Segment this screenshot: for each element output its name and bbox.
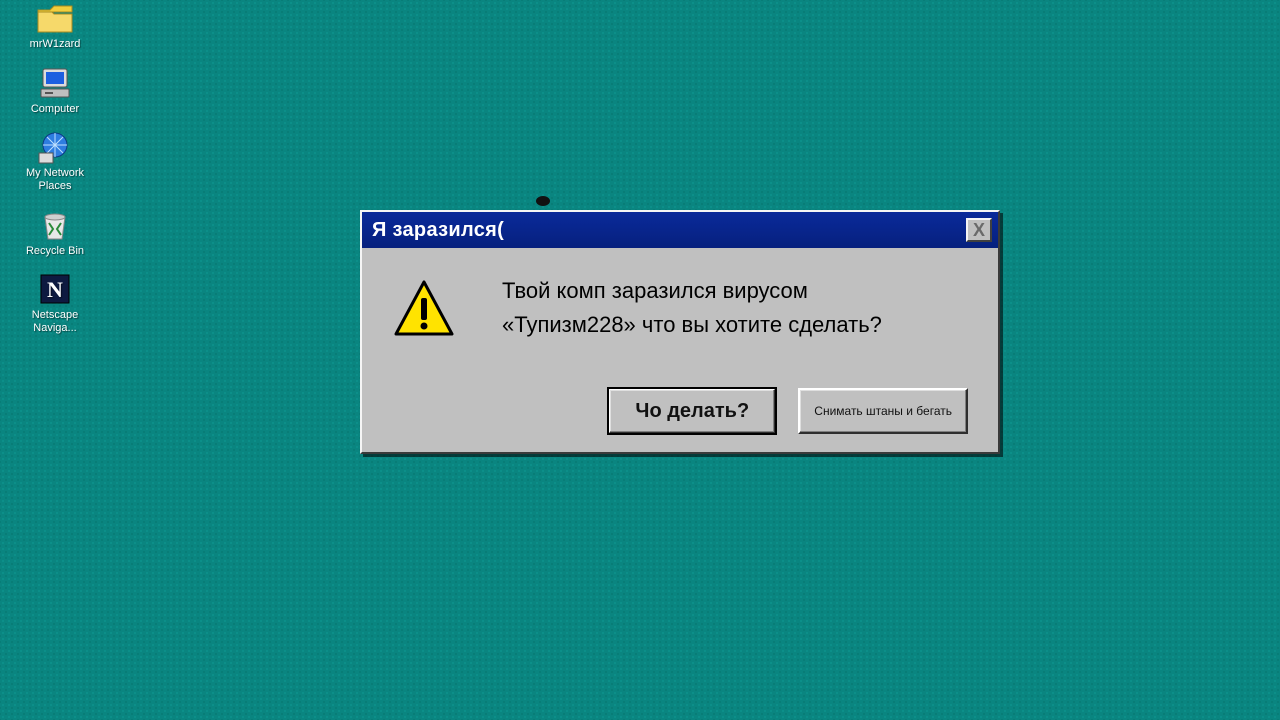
folder-icon [35,0,75,36]
close-button[interactable]: X [966,218,992,242]
desktop-icon-label: My Network Places [13,167,97,192]
dialog-title: Я заразился( [372,219,966,242]
desktop-icon-network[interactable]: My Network Places [10,129,100,192]
desktop-icon-label: mrW1zard [30,38,81,51]
desktop-icon-label: Netscape Naviga... [13,309,97,334]
computer-icon [35,65,75,101]
netscape-icon: N [35,271,75,307]
close-icon: X [973,220,985,241]
dialog-body: Твой комп заразился вирусом «Тупизм228» … [362,248,998,452]
desktop-icon-recycle-bin[interactable]: Recycle Bin [10,207,100,258]
button-label: Снимать штаны и бегать [814,404,952,418]
desktop-icon-computer[interactable]: Computer [10,65,100,116]
dialog-button-row: Чо делать? Снимать штаны и бегать [392,388,972,434]
desktop-icon-label: Computer [31,103,79,116]
dialog-message: Твой комп заразился вирусом «Тупизм228» … [502,274,882,342]
compression-artifact-dot [536,196,550,206]
desktop-icon-netscape[interactable]: N Netscape Naviga... [10,271,100,334]
desktop-icon-mrwizard[interactable]: mrW1zard [10,0,100,51]
primary-action-button[interactable]: Чо делать? [608,388,776,434]
desktop-icon-label: Recycle Bin [26,245,84,258]
desktop-icon-column: mrW1zard Computer My Network Places [10,0,100,334]
dialog-titlebar[interactable]: Я заразился( X [362,212,998,248]
warning-icon [392,278,456,342]
svg-text:N: N [47,277,63,302]
secondary-action-button[interactable]: Снимать штаны и бегать [798,388,968,434]
button-label: Чо делать? [635,400,749,423]
alert-dialog: Я заразился( X Твой комп заразился вирус… [360,210,1000,454]
recycle-bin-icon [35,207,75,243]
network-icon [35,129,75,165]
